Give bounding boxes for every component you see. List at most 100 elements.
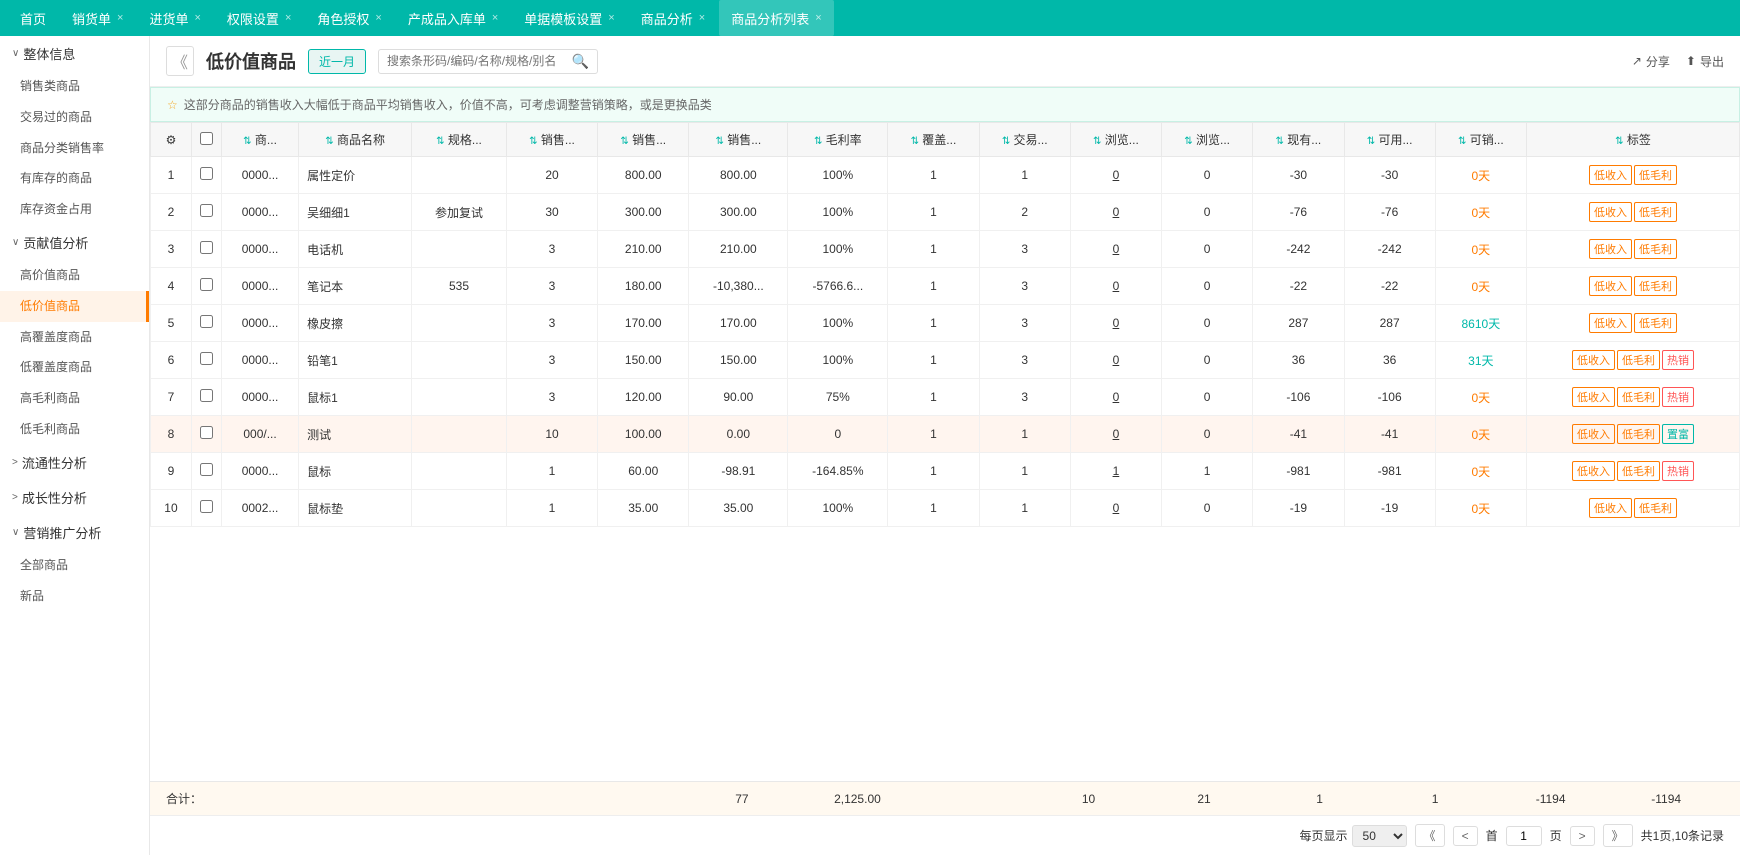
- sidebar-item-new-products[interactable]: 新品: [0, 581, 149, 612]
- sidebar-item-traded-products[interactable]: 交易过的商品: [0, 102, 149, 133]
- browse-link[interactable]: 0: [1113, 501, 1120, 515]
- last-page-btn[interactable]: 》: [1603, 824, 1633, 847]
- close-icon[interactable]: ×: [194, 12, 200, 24]
- export-btn[interactable]: ⬆ 导出: [1686, 53, 1724, 70]
- sidebar-item-low-margin[interactable]: 低毛利商品: [0, 414, 149, 445]
- browse-link[interactable]: 0: [1113, 168, 1120, 182]
- settings-col-header[interactable]: ⚙: [151, 123, 192, 157]
- trade-col-header[interactable]: ⇅ 交易...: [979, 123, 1070, 157]
- row-name[interactable]: 测试: [299, 416, 412, 453]
- row-checkbox[interactable]: [200, 241, 213, 254]
- sales-qty-col-header[interactable]: ⇅ 销售...: [506, 123, 597, 157]
- current-col-header[interactable]: ⇅ 现有...: [1253, 123, 1344, 157]
- row-checkbox[interactable]: [200, 278, 213, 291]
- row-name[interactable]: 铅笔1: [299, 342, 412, 379]
- tag-col-header[interactable]: ⇅ 标签: [1526, 123, 1739, 157]
- row-browse1[interactable]: 0: [1070, 231, 1161, 268]
- row-name[interactable]: 鼠标: [299, 453, 412, 490]
- gross-rate-col-header[interactable]: ⇅ 毛利率: [788, 123, 888, 157]
- close-icon[interactable]: ×: [699, 12, 705, 24]
- row-checkbox-cell[interactable]: [191, 305, 221, 342]
- cover-col-header[interactable]: ⇅ 覆盖...: [888, 123, 979, 157]
- nav-role-auth[interactable]: 角色授权 ×: [305, 0, 393, 36]
- sidebar-item-high-margin[interactable]: 高毛利商品: [0, 383, 149, 414]
- sidebar-item-low-value[interactable]: 低价值商品: [0, 291, 149, 322]
- row-name[interactable]: 鼠标1: [299, 379, 412, 416]
- close-icon[interactable]: ×: [117, 12, 123, 24]
- search-input[interactable]: [387, 54, 566, 68]
- row-checkbox-cell[interactable]: [191, 268, 221, 305]
- row-browse1[interactable]: 0: [1070, 379, 1161, 416]
- code-col-header[interactable]: ⇅ 商...: [221, 123, 298, 157]
- saleable-col-header[interactable]: ⇅ 可销...: [1435, 123, 1526, 157]
- close-icon[interactable]: ×: [608, 12, 614, 24]
- browse-link[interactable]: 0: [1113, 316, 1120, 330]
- sidebar-group-marketing[interactable]: ∨ 营销推广分析: [0, 515, 149, 550]
- row-name[interactable]: 属性定价: [299, 157, 412, 194]
- browse-link[interactable]: 0: [1113, 242, 1120, 256]
- row-checkbox[interactable]: [200, 204, 213, 217]
- row-checkbox-cell[interactable]: [191, 342, 221, 379]
- row-checkbox-cell[interactable]: [191, 379, 221, 416]
- filter-recent-month-btn[interactable]: 近一月: [308, 49, 366, 74]
- row-name[interactable]: 橡皮擦: [299, 305, 412, 342]
- nav-sales-order[interactable]: 销货单 ×: [60, 0, 135, 36]
- close-icon[interactable]: ×: [815, 12, 821, 24]
- select-all-checkbox[interactable]: [200, 132, 213, 145]
- row-name[interactable]: 吴细细1: [299, 194, 412, 231]
- sidebar-item-inventory-capital[interactable]: 库存资金占用: [0, 194, 149, 225]
- sidebar-group-contribution[interactable]: ∨ 贡献值分析: [0, 225, 149, 260]
- row-browse1[interactable]: 0: [1070, 490, 1161, 527]
- row-checkbox[interactable]: [200, 463, 213, 476]
- sidebar-item-all-products[interactable]: 全部商品: [0, 550, 149, 581]
- sidebar-item-low-coverage[interactable]: 低覆盖度商品: [0, 352, 149, 383]
- row-browse1[interactable]: 0: [1070, 194, 1161, 231]
- sidebar-group-circulation[interactable]: > 流通性分析: [0, 445, 149, 480]
- per-page-select[interactable]: 50 100 200: [1352, 825, 1407, 847]
- row-browse1[interactable]: 0: [1070, 268, 1161, 305]
- row-checkbox[interactable]: [200, 315, 213, 328]
- sidebar-item-high-value[interactable]: 高价值商品: [0, 260, 149, 291]
- browse-link[interactable]: 1: [1113, 464, 1120, 478]
- row-name[interactable]: 电话机: [299, 231, 412, 268]
- row-name[interactable]: 鼠标垫: [299, 490, 412, 527]
- sales-price-col-header[interactable]: ⇅ 销售...: [598, 123, 689, 157]
- browse-link[interactable]: 0: [1113, 353, 1120, 367]
- close-icon[interactable]: ×: [285, 12, 291, 24]
- nav-home[interactable]: 首页: [8, 0, 58, 36]
- row-checkbox-cell[interactable]: [191, 157, 221, 194]
- row-checkbox-cell[interactable]: [191, 416, 221, 453]
- name-col-header[interactable]: ⇅ 商品名称: [299, 123, 412, 157]
- sidebar-group-growth[interactable]: > 成长性分析: [0, 480, 149, 515]
- browse-link[interactable]: 0: [1113, 279, 1120, 293]
- browse-link[interactable]: 0: [1113, 205, 1120, 219]
- row-browse1[interactable]: 0: [1070, 157, 1161, 194]
- row-checkbox-cell[interactable]: [191, 194, 221, 231]
- sidebar-item-high-coverage[interactable]: 高覆盖度商品: [0, 322, 149, 353]
- sidebar-item-sales-products[interactable]: 销售类商品: [0, 71, 149, 102]
- row-browse1[interactable]: 0: [1070, 342, 1161, 379]
- row-checkbox[interactable]: [200, 389, 213, 402]
- page-input[interactable]: [1506, 826, 1542, 846]
- row-checkbox-cell[interactable]: [191, 453, 221, 490]
- browse2-col-header[interactable]: ⇅ 浏览...: [1162, 123, 1253, 157]
- sales-amount-col-header[interactable]: ⇅ 销售...: [689, 123, 788, 157]
- row-checkbox-cell[interactable]: [191, 490, 221, 527]
- nav-template[interactable]: 单据模板设置 ×: [512, 0, 626, 36]
- table-wrapper[interactable]: ⚙ ⇅ 商... ⇅ 商品名称 ⇅ 规格... ⇅ 销售... ⇅ 销售... …: [150, 122, 1740, 781]
- sidebar-item-category-rate[interactable]: 商品分类销售率: [0, 133, 149, 164]
- row-checkbox[interactable]: [200, 167, 213, 180]
- nav-product-analysis-list[interactable]: 商品分析列表 ×: [719, 0, 833, 36]
- first-page-btn[interactable]: 《: [1415, 824, 1445, 847]
- prev-page-btn[interactable]: <: [1453, 826, 1478, 846]
- row-checkbox[interactable]: [200, 500, 213, 513]
- nav-finished-goods[interactable]: 产成品入库单 ×: [396, 0, 510, 36]
- collapse-sidebar-btn[interactable]: 《: [166, 46, 194, 76]
- spec-col-header[interactable]: ⇅ 规格...: [412, 123, 507, 157]
- browse-link[interactable]: 0: [1113, 390, 1120, 404]
- nav-purchase-order[interactable]: 进货单 ×: [137, 0, 212, 36]
- row-browse1[interactable]: 1: [1070, 453, 1161, 490]
- row-checkbox[interactable]: [200, 426, 213, 439]
- browse1-col-header[interactable]: ⇅ 浏览...: [1070, 123, 1161, 157]
- row-name[interactable]: 笔记本: [299, 268, 412, 305]
